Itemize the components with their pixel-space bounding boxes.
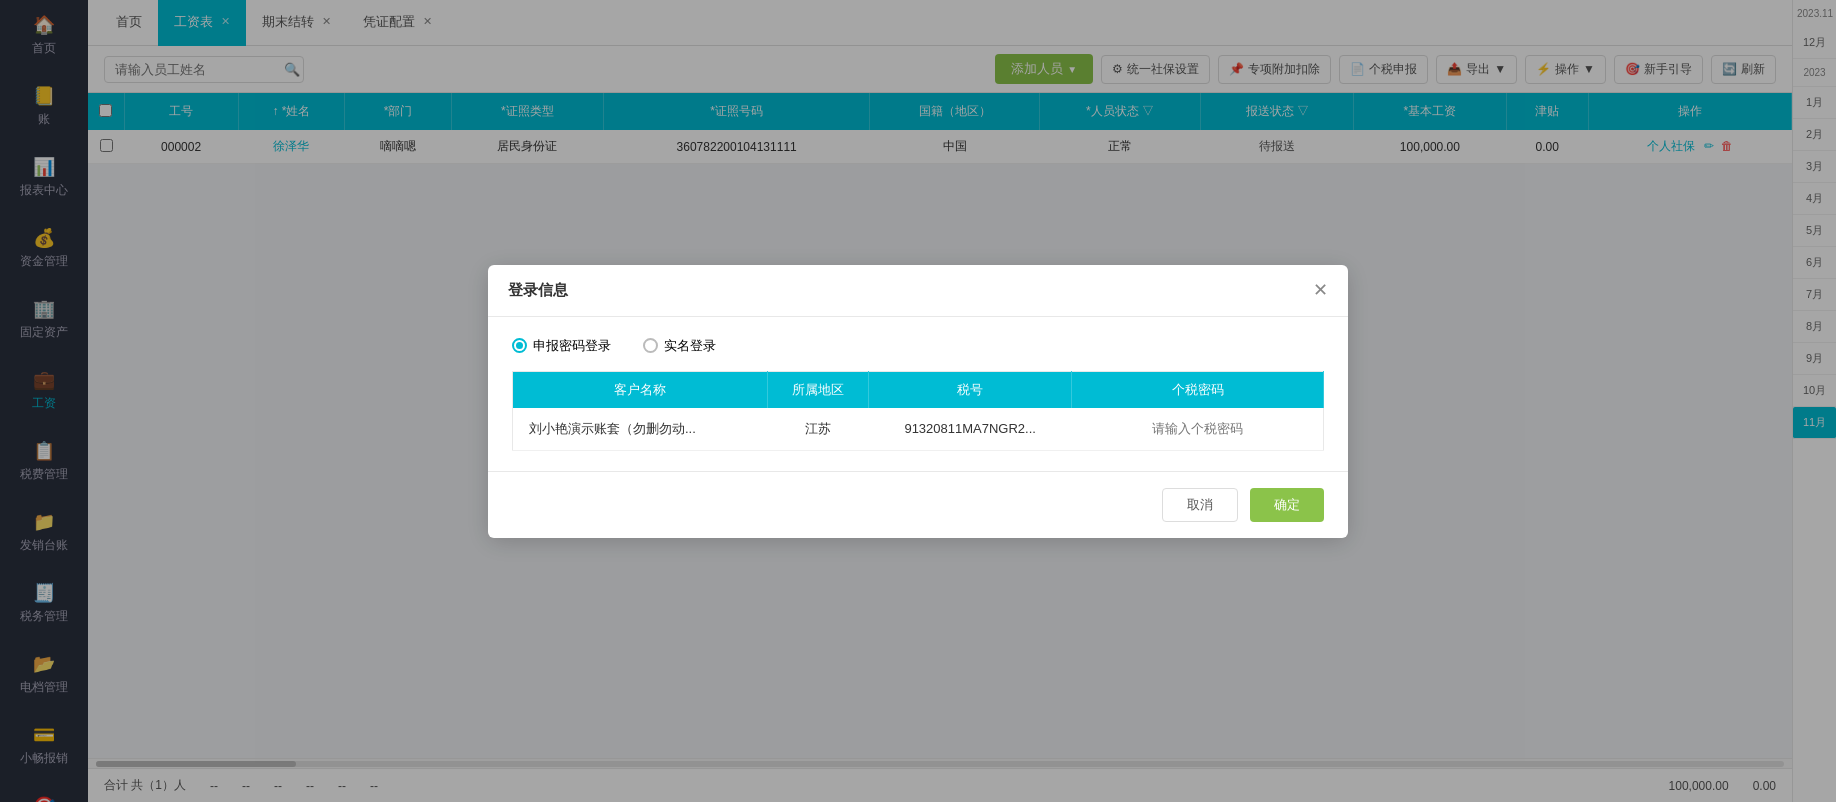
modal-body: 申报密码登录 实名登录 客户名称 所属地区 税号 个税密码	[488, 317, 1348, 471]
confirm-button[interactable]: 确定	[1250, 488, 1324, 522]
cancel-button[interactable]: 取消	[1162, 488, 1238, 522]
radio-option-password[interactable]: 申报密码登录	[512, 337, 611, 355]
modal-client-name: 刘小艳演示账套（勿删勿动...	[513, 408, 768, 451]
modal-client-region: 江苏	[768, 408, 869, 451]
modal-header-password: 个税密码	[1072, 371, 1324, 408]
login-info-modal: 登录信息 ✕ 申报密码登录 实名登录 客户名称 所属地区	[488, 265, 1348, 538]
modal-close-button[interactable]: ✕	[1313, 281, 1328, 299]
modal-header-region: 所属地区	[768, 371, 869, 408]
modal-tax-number: 91320811MA7NGR2...	[869, 408, 1072, 451]
radio-option-realname[interactable]: 实名登录	[643, 337, 716, 355]
modal-header-tax-number: 税号	[869, 371, 1072, 408]
modal-password-cell[interactable]	[1072, 408, 1324, 451]
modal-header: 登录信息 ✕	[488, 265, 1348, 317]
modal-client-table: 客户名称 所属地区 税号 个税密码 刘小艳演示账套（勿删勿动... 江苏 913…	[512, 371, 1324, 451]
modal-title: 登录信息	[508, 281, 568, 300]
modal-table-row: 刘小艳演示账套（勿删勿动... 江苏 91320811MA7NGR2...	[513, 408, 1324, 451]
radio-password-dot	[512, 338, 527, 353]
tax-password-input[interactable]	[1084, 421, 1311, 436]
modal-footer: 取消 确定	[488, 471, 1348, 538]
radio-realname-dot	[643, 338, 658, 353]
modal-header-client: 客户名称	[513, 371, 768, 408]
login-method-radio-group: 申报密码登录 实名登录	[512, 337, 1324, 355]
modal-overlay[interactable]: 登录信息 ✕ 申报密码登录 实名登录 客户名称 所属地区	[0, 0, 1836, 802]
